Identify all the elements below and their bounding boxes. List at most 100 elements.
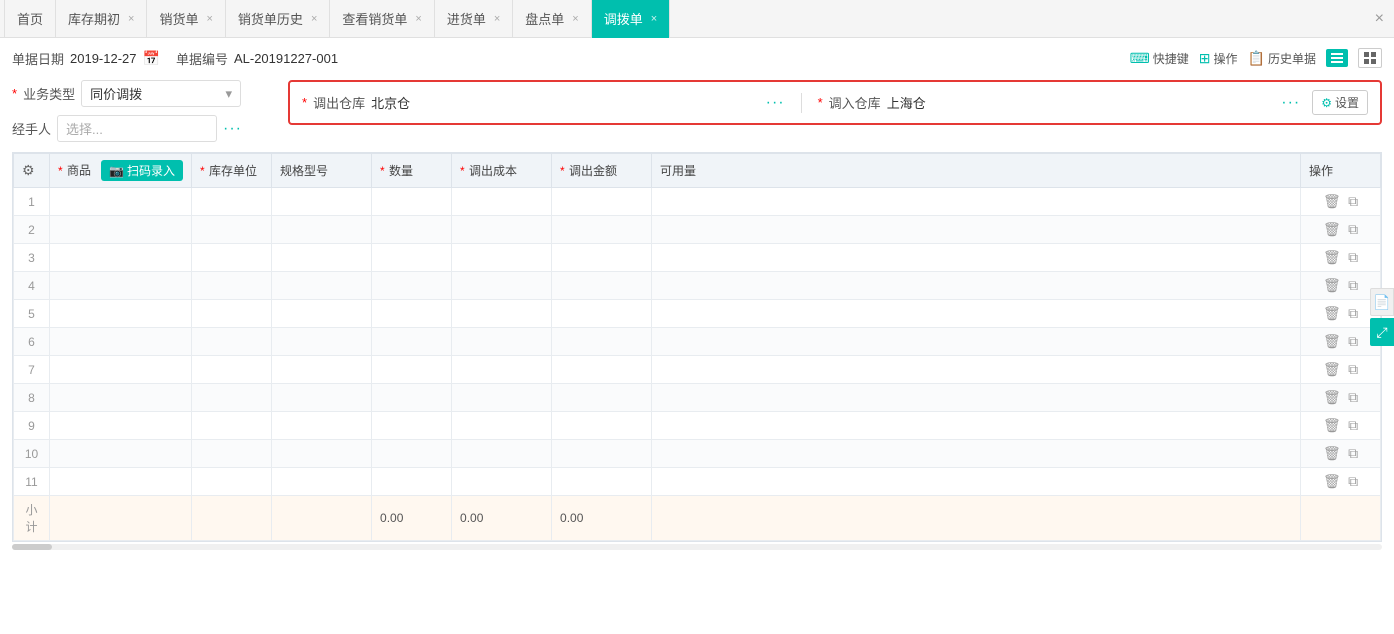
row-amount[interactable]: [552, 188, 652, 216]
row-product[interactable]: [50, 440, 192, 468]
window-close-button[interactable]: ×: [1375, 10, 1384, 28]
row-spec[interactable]: [272, 440, 372, 468]
row-amount[interactable]: [552, 384, 652, 412]
row-product[interactable]: [50, 468, 192, 496]
col-gear-icon[interactable]: ⚙: [22, 162, 35, 178]
row-qty[interactable]: [372, 216, 452, 244]
copy-icon[interactable]: ⧉: [1348, 361, 1358, 377]
row-spec[interactable]: [272, 468, 372, 496]
delete-icon[interactable]: 🗑: [1323, 361, 1341, 377]
row-amount[interactable]: [552, 412, 652, 440]
row-cost[interactable]: [452, 384, 552, 412]
copy-icon[interactable]: ⧉: [1348, 473, 1358, 489]
row-qty[interactable]: [372, 356, 452, 384]
delete-icon[interactable]: 🗑: [1323, 333, 1341, 349]
copy-icon[interactable]: ⧉: [1348, 249, 1358, 265]
copy-icon[interactable]: ⧉: [1348, 333, 1358, 349]
row-amount[interactable]: [552, 272, 652, 300]
row-unit[interactable]: [192, 440, 272, 468]
row-cost[interactable]: [452, 244, 552, 272]
row-unit[interactable]: [192, 216, 272, 244]
row-product[interactable]: [50, 244, 192, 272]
row-cost[interactable]: [452, 272, 552, 300]
operator-more-icon[interactable]: ···: [223, 120, 242, 138]
horizontal-scrollbar[interactable]: [12, 544, 1382, 550]
row-qty[interactable]: [372, 412, 452, 440]
delete-icon[interactable]: 🗑: [1323, 473, 1341, 489]
transfer-out-more-icon[interactable]: ···: [766, 94, 785, 112]
transfer-in-more-icon[interactable]: ···: [1281, 94, 1300, 112]
row-amount[interactable]: [552, 300, 652, 328]
tab-transfer-order[interactable]: 调拨单 ×: [592, 0, 670, 38]
copy-icon[interactable]: ⧉: [1348, 221, 1358, 237]
tab-purchase-order-close[interactable]: ×: [494, 13, 500, 25]
row-cost[interactable]: [452, 440, 552, 468]
copy-icon[interactable]: ⧉: [1348, 417, 1358, 433]
row-cost[interactable]: [452, 328, 552, 356]
row-cost[interactable]: [452, 188, 552, 216]
row-amount[interactable]: [552, 440, 652, 468]
row-qty[interactable]: [372, 384, 452, 412]
row-amount[interactable]: [552, 356, 652, 384]
row-unit[interactable]: [192, 412, 272, 440]
delete-icon[interactable]: 🗑: [1323, 445, 1341, 461]
operator-select[interactable]: 选择...: [57, 115, 217, 142]
delete-icon[interactable]: 🗑: [1323, 249, 1341, 265]
row-qty[interactable]: [372, 244, 452, 272]
row-qty[interactable]: [372, 468, 452, 496]
row-cost[interactable]: [452, 412, 552, 440]
tab-inventory-check[interactable]: 盘点单 ×: [513, 0, 591, 38]
row-cost[interactable]: [452, 468, 552, 496]
scan-button[interactable]: 📷 扫码录入: [101, 160, 183, 181]
row-unit[interactable]: [192, 356, 272, 384]
copy-icon[interactable]: ⧉: [1348, 389, 1358, 405]
row-product[interactable]: [50, 384, 192, 412]
row-spec[interactable]: [272, 300, 372, 328]
tab-view-sales[interactable]: 查看销货单 ×: [330, 0, 434, 38]
row-spec[interactable]: [272, 356, 372, 384]
copy-icon[interactable]: ⧉: [1348, 193, 1358, 209]
tab-sales-order[interactable]: 销货单 ×: [147, 0, 225, 38]
biz-type-select[interactable]: 同价调拨 ▾: [81, 80, 241, 107]
row-qty[interactable]: [372, 440, 452, 468]
row-amount[interactable]: [552, 244, 652, 272]
operations-button[interactable]: ⊞ 操作: [1199, 50, 1238, 67]
copy-icon[interactable]: ⧉: [1348, 445, 1358, 461]
row-amount[interactable]: [552, 328, 652, 356]
row-cost[interactable]: [452, 300, 552, 328]
row-product[interactable]: [50, 328, 192, 356]
tab-sales-order-close[interactable]: ×: [206, 13, 212, 25]
tab-view-sales-close[interactable]: ×: [415, 13, 421, 25]
history-button[interactable]: 📋 历史单据: [1248, 50, 1316, 67]
row-product[interactable]: [50, 300, 192, 328]
row-spec[interactable]: [272, 328, 372, 356]
row-product[interactable]: [50, 356, 192, 384]
settings-button[interactable]: ⚙ 设置: [1312, 90, 1368, 115]
right-panel-expand-button[interactable]: ⤢: [1370, 318, 1394, 346]
row-amount[interactable]: [552, 216, 652, 244]
row-cost[interactable]: [452, 356, 552, 384]
row-spec[interactable]: [272, 188, 372, 216]
row-product[interactable]: [50, 272, 192, 300]
delete-icon[interactable]: 🗑: [1323, 389, 1341, 405]
row-amount[interactable]: [552, 468, 652, 496]
tab-inventory-init-close[interactable]: ×: [128, 13, 134, 25]
row-qty[interactable]: [372, 188, 452, 216]
row-unit[interactable]: [192, 272, 272, 300]
right-panel-doc-button[interactable]: 📄: [1370, 288, 1394, 316]
row-unit[interactable]: [192, 244, 272, 272]
tab-home[interactable]: 首页: [4, 0, 56, 38]
list-view-button[interactable]: [1326, 49, 1348, 67]
delete-icon[interactable]: 🗑: [1323, 277, 1341, 293]
row-unit[interactable]: [192, 328, 272, 356]
row-unit[interactable]: [192, 188, 272, 216]
delete-icon[interactable]: 🗑: [1323, 221, 1341, 237]
copy-icon[interactable]: ⧉: [1348, 277, 1358, 293]
row-qty[interactable]: [372, 300, 452, 328]
row-product[interactable]: [50, 412, 192, 440]
row-spec[interactable]: [272, 216, 372, 244]
shortcuts-button[interactable]: ⌨ 快捷键: [1130, 50, 1189, 67]
row-qty[interactable]: [372, 272, 452, 300]
copy-icon[interactable]: ⧉: [1348, 305, 1358, 321]
tab-inventory-check-close[interactable]: ×: [572, 13, 578, 25]
